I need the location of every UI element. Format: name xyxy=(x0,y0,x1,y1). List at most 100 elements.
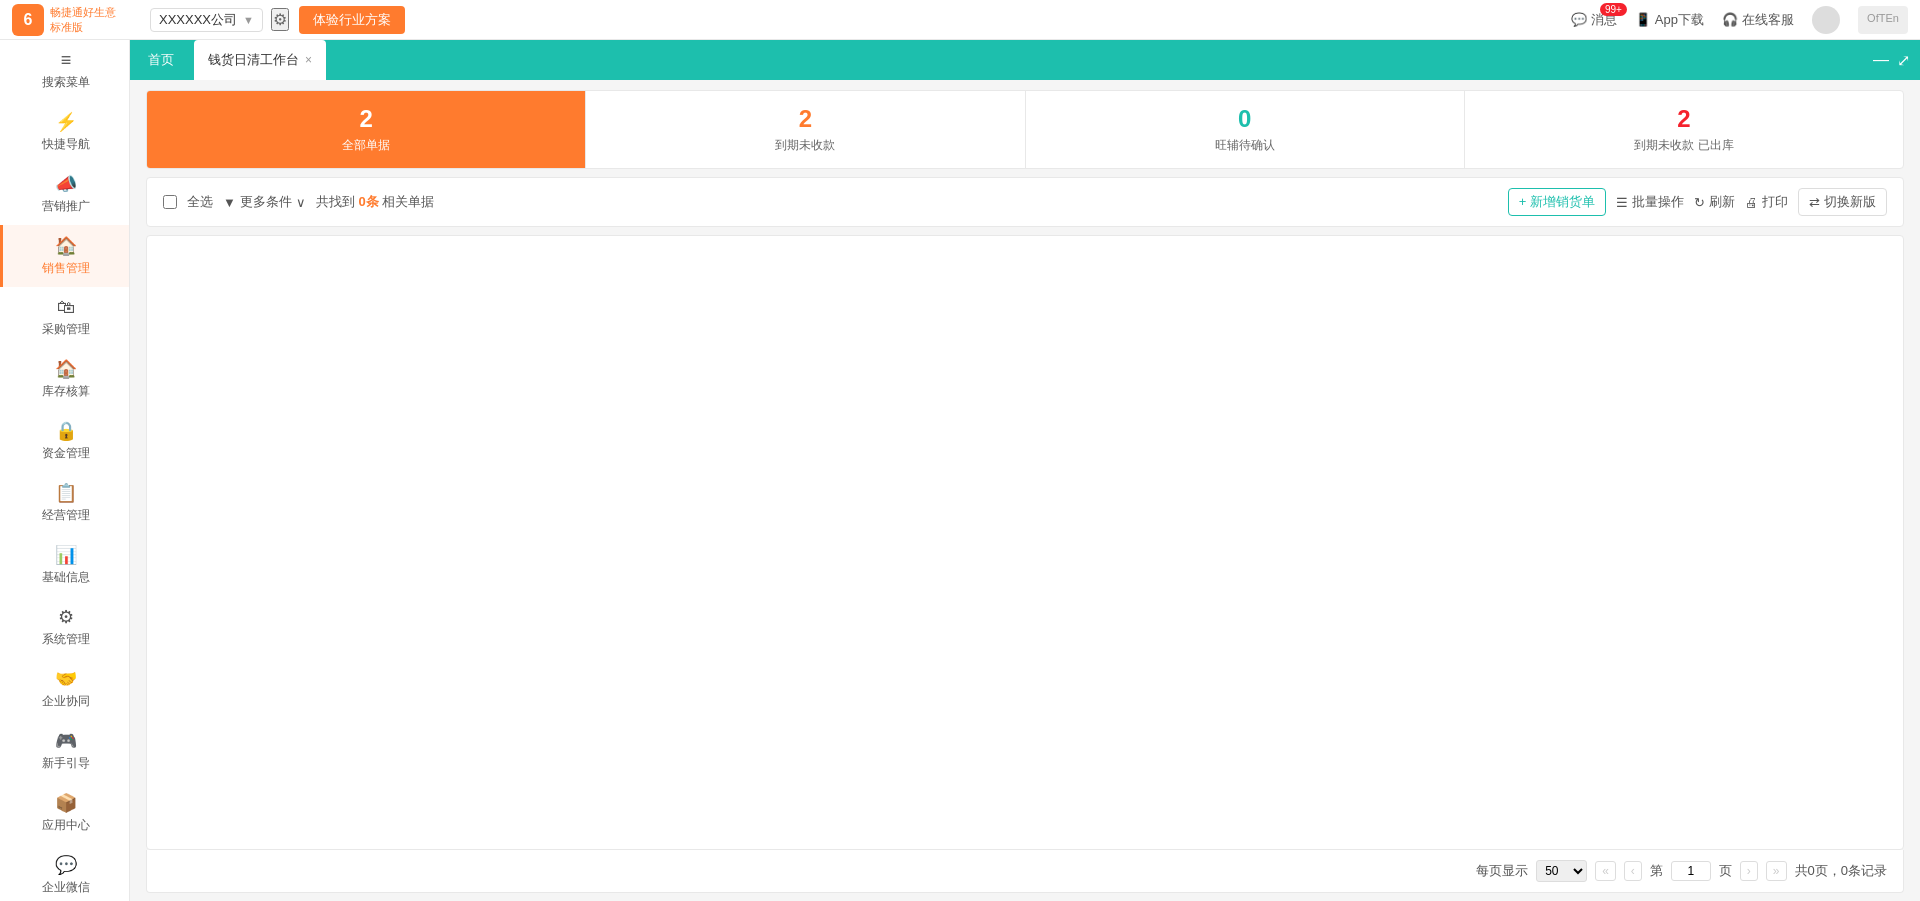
refresh-icon: ↻ xyxy=(1694,195,1705,210)
page-number-input[interactable] xyxy=(1671,861,1711,881)
sidebar-item-app-center[interactable]: 📦 应用中心 xyxy=(0,782,129,844)
table-area xyxy=(146,235,1904,850)
phone-icon: 📱 xyxy=(1635,12,1651,27)
sidebar-item-system[interactable]: ⚙ 系统管理 xyxy=(0,596,129,658)
tab-bar-right: — ⤢ xyxy=(1873,51,1920,70)
top-right-area: 💬 消息 99+ 📱 App下载 🎧 在线客服 OfTEn xyxy=(1571,6,1908,34)
last-page-button[interactable]: » xyxy=(1766,861,1787,881)
sidebar-item-finance[interactable]: 🔒 资金管理 xyxy=(0,410,129,472)
card-all[interactable]: 2 全部单据 xyxy=(147,91,586,168)
company-selector[interactable]: XXXXXX公司 ▼ xyxy=(150,8,263,32)
app-download-button[interactable]: 📱 App下载 xyxy=(1635,11,1704,29)
gear-icon: ⚙ xyxy=(58,606,74,628)
trial-button[interactable]: 体验行业方案 xyxy=(299,6,405,34)
page-label: 第 xyxy=(1650,862,1663,880)
home-icon: 🏠 xyxy=(55,235,77,257)
tab-home[interactable]: 首页 xyxy=(130,40,192,80)
summary-cards: 2 全部单据 2 到期未收款 0 旺辅待确认 2 到期未收款 已出库 xyxy=(146,90,1904,169)
total-records: 共0页，0条记录 xyxy=(1795,862,1887,880)
prev-page-button[interactable]: ‹ xyxy=(1624,861,1642,881)
logo-text: 畅捷通好生意 标准版 xyxy=(50,5,116,34)
warehouse-icon: 🏠 xyxy=(55,358,77,380)
logo-icon: 6 xyxy=(12,4,44,36)
sidebar: ≡ 搜索菜单 ⚡ 快捷导航 📣 营销推广 🏠 销售管理 🛍 采购管理 xyxy=(0,40,130,901)
page-content: 2 全部单据 2 到期未收款 0 旺辅待确认 2 到期未收款 已出库 xyxy=(130,80,1920,901)
sidebar-item-base-info[interactable]: 📊 基础信息 xyxy=(0,534,129,596)
sidebar-item-operations[interactable]: 📋 经营管理 xyxy=(0,472,129,534)
chevron-icon: ∨ xyxy=(296,195,306,210)
chevron-down-icon: ▼ xyxy=(243,14,254,26)
headset-icon: 🎧 xyxy=(1722,12,1738,27)
toolbar-right: + 新增销货单 ☰ 批量操作 ↻ 刷新 🖨 打印 xyxy=(1508,188,1887,216)
card-all-label: 全部单据 xyxy=(165,137,567,154)
gamepad-icon: 🎮 xyxy=(55,730,77,752)
message-button[interactable]: 💬 消息 99+ xyxy=(1571,11,1617,29)
next-page-button[interactable]: › xyxy=(1740,861,1758,881)
sidebar-item-guide[interactable]: 🎮 新手引导 xyxy=(0,720,129,782)
print-icon: 🖨 xyxy=(1745,195,1758,210)
card-shipped-label: 到期未收款 已出库 xyxy=(1483,137,1885,154)
tab-close-icon[interactable]: × xyxy=(305,53,312,67)
filter-button[interactable]: ▼ 更多条件 ∨ xyxy=(223,193,306,211)
table-empty-state xyxy=(147,236,1903,636)
sidebar-item-enterprise[interactable]: 🤝 企业协同 xyxy=(0,658,129,720)
select-all-checkbox[interactable] xyxy=(163,195,177,209)
search-icon: ≡ xyxy=(61,50,72,71)
logo-area: 6 畅捷通好生意 标准版 xyxy=(12,4,142,36)
refresh-button[interactable]: ↻ 刷新 xyxy=(1694,193,1735,211)
sidebar-nav: ≡ 搜索菜单 ⚡ 快捷导航 📣 营销推广 🏠 销售管理 🛍 采购管理 xyxy=(0,40,129,901)
tab-maximize-button[interactable]: ⤢ xyxy=(1897,51,1910,70)
chat-icon: 💬 xyxy=(55,854,77,876)
message-icon: 💬 xyxy=(1571,12,1587,27)
sidebar-item-purchase[interactable]: 🛍 采购管理 xyxy=(0,287,129,348)
lock-icon: 🔒 xyxy=(55,420,77,442)
per-page-select[interactable]: 50 100 200 xyxy=(1536,860,1587,882)
flash-icon: ⚡ xyxy=(55,111,77,133)
card-all-count: 2 xyxy=(165,105,567,133)
box-icon: 📦 xyxy=(55,792,77,814)
page-suffix: 页 xyxy=(1719,862,1732,880)
batch-icon: ☰ xyxy=(1616,195,1628,210)
add-sales-order-button[interactable]: + 新增销货单 xyxy=(1508,188,1606,216)
sidebar-item-search[interactable]: ≡ 搜索菜单 xyxy=(0,40,129,101)
found-text: 共找到 0条 相关单据 xyxy=(316,193,434,211)
filter-icon: ▼ xyxy=(223,195,236,210)
megaphone-icon: 📣 xyxy=(55,173,77,195)
sidebar-item-marketing[interactable]: 📣 营销推广 xyxy=(0,163,129,225)
pagination: 每页显示 50 100 200 « ‹ 第 页 › » 共0页，0条记录 xyxy=(146,850,1904,893)
sidebar-item-sales[interactable]: 🏠 销售管理 xyxy=(0,225,129,287)
batch-op-button[interactable]: ☰ 批量操作 xyxy=(1616,193,1684,211)
bag-icon: 🛍 xyxy=(57,297,75,318)
per-page-label: 每页显示 xyxy=(1476,862,1528,880)
select-all-label: 全选 xyxy=(187,193,213,211)
avatar[interactable] xyxy=(1812,6,1840,34)
grid-icon: 📊 xyxy=(55,544,77,566)
toolbar: 全选 ▼ 更多条件 ∨ 共找到 0条 相关单据 + 新增销货 xyxy=(146,177,1904,227)
tab-bar: 首页 钱货日清工作台 × — ⤢ xyxy=(130,40,1920,80)
content-area: 首页 钱货日清工作台 × — ⤢ 2 全部单据 xyxy=(130,40,1920,901)
sidebar-item-wechat[interactable]: 💬 企业微信 xyxy=(0,844,129,901)
card-pending-count: 0 xyxy=(1044,105,1446,133)
card-shipped-count: 2 xyxy=(1483,105,1885,133)
switch-version-button[interactable]: ⇄ 切换新版 xyxy=(1798,188,1887,216)
card-pending-label: 旺辅待确认 xyxy=(1044,137,1446,154)
tab-minimize-button[interactable]: — xyxy=(1873,51,1889,69)
clipboard-icon: 📋 xyxy=(55,482,77,504)
tab-active[interactable]: 钱货日清工作台 × xyxy=(194,40,326,80)
card-pending[interactable]: 0 旺辅待确认 xyxy=(1026,91,1465,168)
settings-button[interactable]: ⚙ xyxy=(271,8,289,31)
print-button[interactable]: 🖨 打印 xyxy=(1745,193,1788,211)
first-page-button[interactable]: « xyxy=(1595,861,1616,881)
sidebar-item-quick-nav[interactable]: ⚡ 快捷导航 xyxy=(0,101,129,163)
user-name-area: OfTEn xyxy=(1858,6,1908,34)
message-badge: 99+ xyxy=(1600,3,1627,16)
card-shipped[interactable]: 2 到期未收款 已出库 xyxy=(1465,91,1903,168)
sidebar-item-inventory[interactable]: 🏠 库存核算 xyxy=(0,348,129,410)
card-overdue[interactable]: 2 到期未收款 xyxy=(586,91,1025,168)
switch-icon: ⇄ xyxy=(1809,195,1820,210)
card-overdue-count: 2 xyxy=(604,105,1006,133)
found-count: 0条 xyxy=(359,194,379,209)
handshake-icon: 🤝 xyxy=(55,668,77,690)
online-service-button[interactable]: 🎧 在线客服 xyxy=(1722,11,1794,29)
card-overdue-label: 到期未收款 xyxy=(604,137,1006,154)
